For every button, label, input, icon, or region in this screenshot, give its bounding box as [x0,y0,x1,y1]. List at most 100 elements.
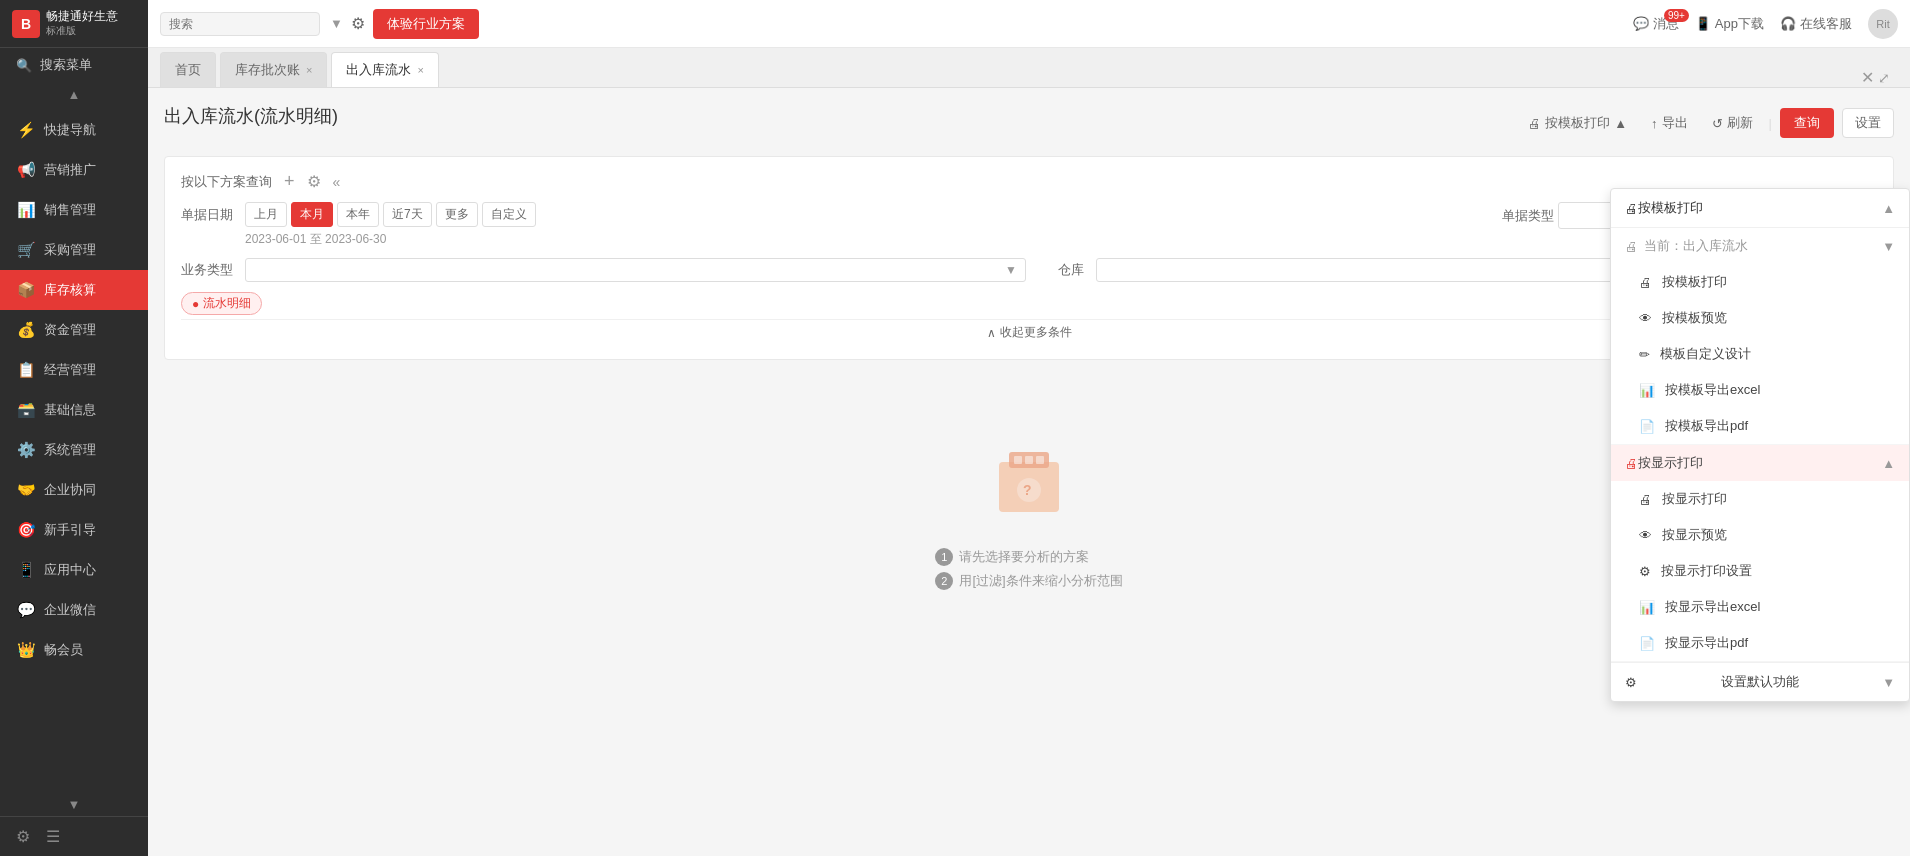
sidebar-item-sales[interactable]: 📊 销售管理 [0,190,148,230]
marketing-icon: 📢 [16,160,36,180]
sidebar-item-operations[interactable]: 📋 经营管理 [0,350,148,390]
date-this-month-btn[interactable]: 本月 [291,202,333,227]
sidebar-item-label: 新手引导 [44,521,96,539]
menu-toggle-icon[interactable]: ☰ [46,827,60,846]
sidebar-item-finance[interactable]: 💰 资金管理 [0,310,148,350]
logo-sub: 标准版 [46,24,118,38]
display-settings-icon: ⚙ [1639,564,1651,579]
refresh-btn[interactable]: ↺ 刷新 [1704,110,1761,136]
message-btn[interactable]: 💬 消息 99+ [1633,15,1679,33]
sidebar-item-system[interactable]: ⚙️ 系统管理 [0,430,148,470]
avatar-text: Rit [1876,18,1889,30]
current-label: 当前：出入库流水 [1644,237,1748,255]
date-last-month-btn[interactable]: 上月 [245,202,287,227]
chevron-up-icon: ∧ [987,326,996,340]
sidebar-item-purchase[interactable]: 🛒 采购管理 [0,230,148,270]
sidebar-item-wechat[interactable]: 💬 企业微信 [0,590,148,630]
service-btn[interactable]: 🎧 在线客服 [1780,15,1852,33]
sidebar-scroll-down[interactable]: ▼ [0,792,148,816]
topbar-search-input[interactable] [160,12,320,36]
empty-steps: 1 请先选择要分析的方案 2 用[过滤]条件来缩小分析范围 [935,548,1122,596]
system-icon: ⚙️ [16,440,36,460]
tab-batch-close-icon[interactable]: × [306,64,312,76]
display-group-label: 按显示打印 [1638,454,1703,472]
dropdown-display-preview[interactable]: 👁 按显示预览 [1611,517,1909,553]
search-collapse-left-icon[interactable]: « [333,174,341,190]
sidebar-item-label: 经营管理 [44,361,96,379]
settings-btn[interactable]: 设置 [1842,108,1894,138]
tab-home[interactable]: 首页 [160,52,216,87]
type-label: 单据类型 [1502,207,1554,225]
dropdown-template-preview[interactable]: 👁 按模板预览 [1611,300,1909,336]
template-print-item-label: 按模板打印 [1662,273,1727,291]
display-preview-label: 按显示预览 [1662,526,1727,544]
tab-flow-close-icon[interactable]: × [417,64,423,76]
date-this-year-btn[interactable]: 本年 [337,202,379,227]
template-excel-label: 按模板导出excel [1665,381,1760,399]
sidebar-item-inventory[interactable]: 📦 库存核算 [0,270,148,310]
sidebar-item-apps[interactable]: 📱 应用中心 [0,550,148,590]
settings-icon[interactable]: ⚙ [16,827,30,846]
dropdown-template-pdf[interactable]: 📄 按模板导出pdf [1611,408,1909,444]
search-add-icon[interactable]: + [284,171,295,192]
tab-batch[interactable]: 库存批次账 × [220,52,327,87]
sidebar-item-quick-nav[interactable]: ⚡ 快捷导航 [0,110,148,150]
tab-flow[interactable]: 出入库流水 × [331,52,438,87]
apps-icon: 📱 [16,560,36,580]
message-badge: 99+ [1664,9,1689,22]
dropdown-current[interactable]: 🖨 当前：出入库流水 ▼ [1611,228,1909,264]
dropdown-display-excel[interactable]: 📊 按显示导出excel [1611,589,1909,625]
dropdown-display-settings[interactable]: ⚙ 按显示打印设置 [1611,553,1909,589]
sidebar-search[interactable]: 🔍 搜索菜单 [0,48,148,82]
export-btn[interactable]: ↑ 导出 [1643,110,1696,136]
trial-btn[interactable]: 体验行业方案 [373,9,479,39]
sidebar-search-label: 搜索菜单 [40,56,92,74]
biz-select-arrow: ▼ [1005,263,1017,277]
sidebar-item-member[interactable]: 👑 畅会员 [0,630,148,670]
basic-icon: 🗃️ [16,400,36,420]
display-group-arrow[interactable]: ▲ [1882,456,1895,471]
wechat-icon: 💬 [16,600,36,620]
dropdown-template-design[interactable]: ✏ 模板自定义设计 [1611,336,1909,372]
dropdown-collapse-icon[interactable]: ▲ [1882,201,1895,216]
sidebar-scroll-up[interactable]: ▲ [0,82,148,106]
dropdown-footer[interactable]: ⚙ 设置默认功能 ▼ [1611,662,1909,701]
tab-expand-icon[interactable]: ⤢ [1878,70,1890,86]
sidebar-item-collab[interactable]: 🤝 企业协同 [0,470,148,510]
refresh-label: 刷新 [1727,114,1753,132]
dropdown-display-print[interactable]: 🖨 按显示打印 [1611,481,1909,517]
sidebar-item-basic[interactable]: 🗃️ 基础信息 [0,390,148,430]
app-download-btn[interactable]: 📱 App下载 [1695,15,1764,33]
sidebar-item-guide[interactable]: 🎯 新手引导 [0,510,148,550]
sidebar-item-marketing[interactable]: 📢 营销推广 [0,150,148,190]
date-custom-btn[interactable]: 自定义 [482,202,536,227]
phone-icon: 📱 [1695,16,1711,31]
topbar-gear-icon[interactable]: ⚙ [351,14,365,33]
template-print-btn[interactable]: 🖨 按模板打印 ▲ [1520,110,1635,136]
dropdown-template-excel[interactable]: 📊 按模板导出excel [1611,372,1909,408]
biz-label: 业务类型 [181,261,233,279]
collab-icon: 🤝 [16,480,36,500]
flow-detail-chip[interactable]: ● 流水明细 [181,292,262,315]
biz-select[interactable]: ▼ [245,258,1026,282]
template-print-chevron[interactable]: ▲ [1614,116,1627,131]
date-more-btn[interactable]: 更多 [436,202,478,227]
template-excel-icon: 📊 [1639,383,1655,398]
date-7days-btn[interactable]: 近7天 [383,202,432,227]
sidebar-item-label: 采购管理 [44,241,96,259]
search-gear-icon[interactable]: ⚙ [307,172,321,191]
dropdown-template-print[interactable]: 🖨 按模板打印 [1611,264,1909,300]
user-avatar[interactable]: Rit [1868,9,1898,39]
sidebar: B 畅捷通好生意 标准版 🔍 搜索菜单 ▲ ⚡ 快捷导航 📢 营销推广 📊 销售… [0,0,148,856]
sidebar-item-label: 应用中心 [44,561,96,579]
date-range-text: 2023-06-01 至 2023-06-30 [245,231,1470,248]
print-icon: 🖨 [1528,116,1541,131]
query-btn[interactable]: 查询 [1780,108,1834,138]
svg-rect-4 [1036,456,1044,464]
dropdown-display-pdf[interactable]: 📄 按显示导出pdf [1611,625,1909,661]
tabbar: 首页 库存批次账 × 出入库流水 × ✕ ⤢ [148,48,1910,88]
display-group-header[interactable]: 🖨 按显示打印 ▲ [1611,445,1909,481]
tab-close-all-icon[interactable]: ✕ [1861,68,1874,87]
topbar-search-dropdown-icon[interactable]: ▼ [330,16,343,31]
display-print-label: 按显示打印 [1662,490,1727,508]
